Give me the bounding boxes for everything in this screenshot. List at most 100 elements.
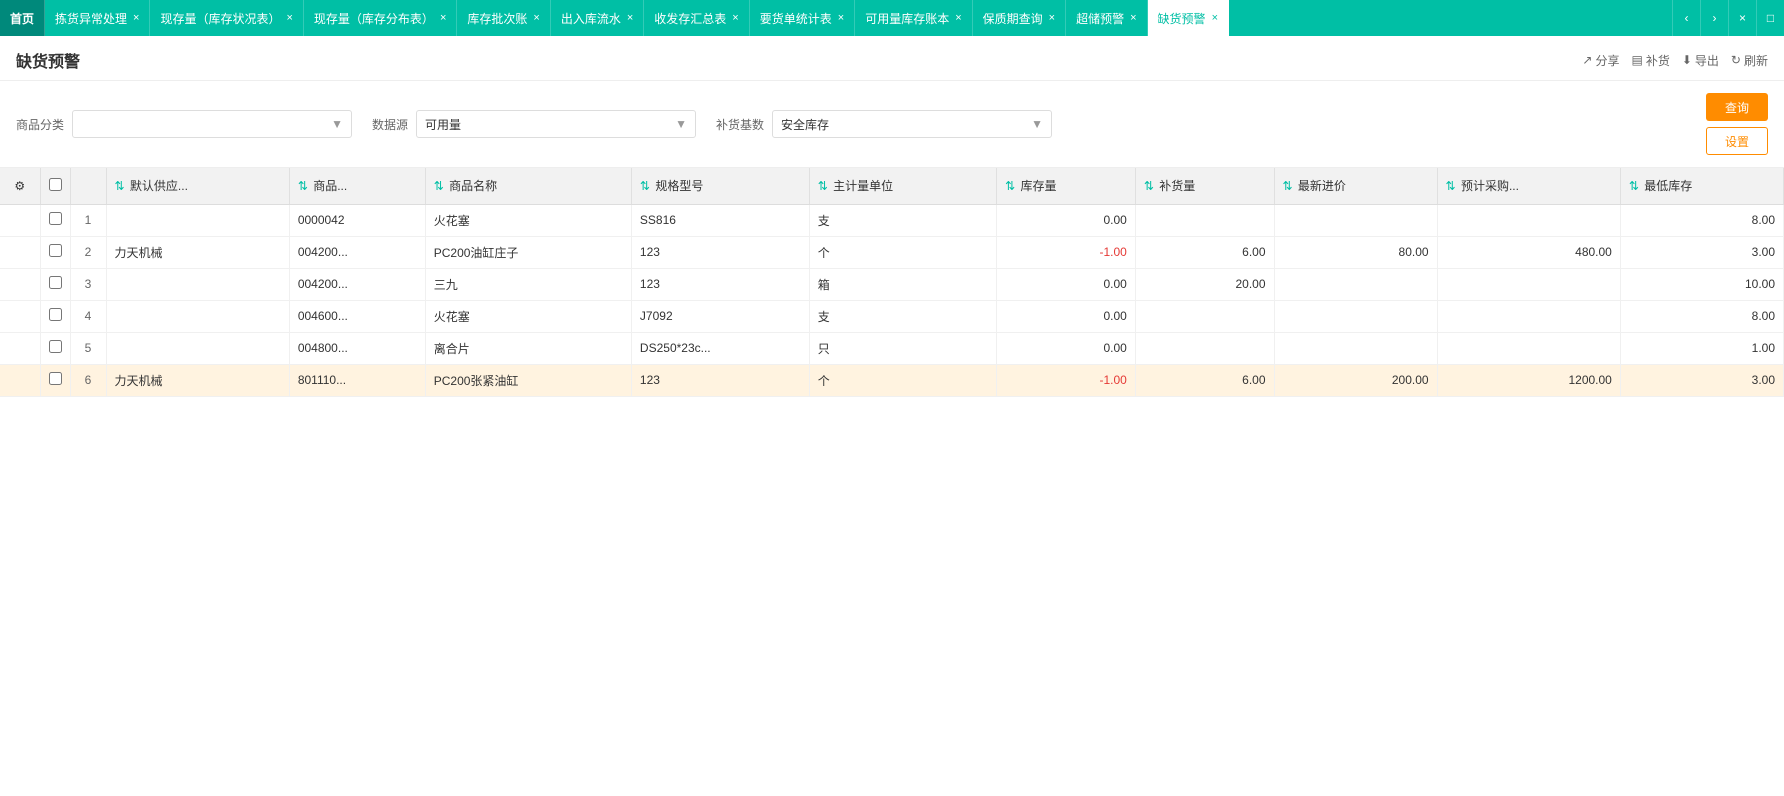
tab-abnormal-close[interactable]: × — [133, 12, 139, 24]
export-action[interactable]: ⬇ 导出 — [1682, 52, 1719, 69]
row-checkbox[interactable] — [49, 308, 62, 321]
row-unit-cell: 支 — [809, 300, 996, 332]
row-settings-cell — [0, 236, 40, 268]
table-header-row: ⚙ ⇅ 默认供应... ⇅ 商品... ⇅ — [0, 168, 1784, 204]
row-est-purchase-cell: 1200.00 — [1437, 364, 1620, 396]
checkbox-column-header[interactable] — [40, 168, 70, 204]
est-purchase-column-header[interactable]: ⇅ 预计采购... — [1437, 168, 1620, 204]
row-replenish-qty-cell — [1135, 204, 1274, 236]
row-checkbox-cell[interactable] — [40, 268, 70, 300]
row-min-stock-cell: 10.00 — [1620, 268, 1783, 300]
table-row: 4 004600... 火花塞 J7092 支 0.00 8.00 — [0, 300, 1784, 332]
row-checkbox-cell[interactable] — [40, 236, 70, 268]
row-checkbox-cell[interactable] — [40, 300, 70, 332]
latest-price-column-header[interactable]: ⇅ 最新进价 — [1274, 168, 1437, 204]
row-latest-price-cell — [1274, 300, 1437, 332]
supplier-column-header[interactable]: ⇅ 默认供应... — [106, 168, 289, 204]
row-product-code-cell: 004800... — [289, 332, 425, 364]
unit-column-header[interactable]: ⇅ 主计量单位 — [809, 168, 996, 204]
tab-shortage-close[interactable]: × — [1212, 12, 1218, 24]
nav-maximize[interactable]: □ — [1756, 0, 1784, 36]
stock-column-header[interactable]: ⇅ 库存量 — [997, 168, 1136, 204]
replenish-base-select[interactable]: 安全库存 ▼ — [772, 110, 1052, 138]
row-checkbox-cell[interactable] — [40, 364, 70, 396]
spec-sort-icon: ⇅ — [640, 179, 650, 193]
tab-home[interactable]: 首页 — [0, 0, 45, 36]
row-checkbox[interactable] — [49, 212, 62, 225]
row-checkbox-cell[interactable] — [40, 332, 70, 364]
tab-inout-close[interactable]: × — [627, 12, 633, 24]
row-checkbox[interactable] — [49, 340, 62, 353]
row-stock-cell: -1.00 — [997, 364, 1136, 396]
tab-receive-close[interactable]: × — [732, 12, 738, 24]
tab-expire[interactable]: 保质期查询 × — [973, 0, 1066, 36]
tab-order-stat-close[interactable]: × — [838, 12, 844, 24]
product-name-column-header[interactable]: ⇅ 商品名称 — [425, 168, 631, 204]
tab-inventory-dist-close[interactable]: × — [440, 12, 446, 24]
datasource-arrow-icon: ▼ — [675, 117, 687, 131]
tab-inventory-dist[interactable]: 现存量（库存分布表） × — [304, 0, 457, 36]
tab-overstock-close[interactable]: × — [1130, 12, 1136, 24]
row-product-name-cell: 火花塞 — [425, 300, 631, 332]
row-checkbox[interactable] — [49, 276, 62, 289]
product-code-column-header[interactable]: ⇅ 商品... — [289, 168, 425, 204]
product-code-sort-icon: ⇅ — [298, 179, 308, 193]
header-actions: ↗ 分享 ▤ 补货 ⬇ 导出 ↻ 刷新 — [1582, 52, 1768, 69]
category-select[interactable]: ▼ — [72, 110, 352, 138]
category-label: 商品分类 — [16, 116, 64, 133]
tab-home-label: 首页 — [10, 10, 34, 27]
row-checkbox[interactable] — [49, 372, 62, 385]
replenish-base-filter-group: 补货基数 安全库存 ▼ — [716, 110, 1052, 138]
tab-batch[interactable]: 库存批次账 × — [457, 0, 550, 36]
tab-inventory-status[interactable]: 现存量（库存状况表） × — [150, 0, 303, 36]
data-table-container: ⚙ ⇅ 默认供应... ⇅ 商品... ⇅ — [0, 168, 1784, 397]
min-stock-column-header[interactable]: ⇅ 最低库存 — [1620, 168, 1783, 204]
select-all-checkbox[interactable] — [49, 178, 62, 191]
row-supplier-cell — [106, 300, 289, 332]
tab-batch-close[interactable]: × — [533, 12, 539, 24]
tab-batch-label: 库存批次账 — [467, 10, 527, 27]
tab-inout[interactable]: 出入库流水 × — [551, 0, 644, 36]
row-checkbox-cell[interactable] — [40, 204, 70, 236]
row-product-code-cell: 801110... — [289, 364, 425, 396]
row-product-name-cell: 火花塞 — [425, 204, 631, 236]
settings-column-header[interactable]: ⚙ — [0, 168, 40, 204]
refresh-action[interactable]: ↻ 刷新 — [1731, 52, 1768, 69]
tab-abnormal[interactable]: 拣货异常处理 × — [45, 0, 150, 36]
tab-shortage[interactable]: 缺货预警 × — [1148, 0, 1229, 36]
row-settings-cell — [0, 364, 40, 396]
tab-receive[interactable]: 收发存汇总表 × — [644, 0, 749, 36]
spec-column-header[interactable]: ⇅ 规格型号 — [631, 168, 809, 204]
share-action[interactable]: ↗ 分享 — [1582, 52, 1619, 69]
row-spec-cell: 123 — [631, 268, 809, 300]
tab-overstock[interactable]: 超储预警 × — [1066, 0, 1147, 36]
row-min-stock-cell: 3.00 — [1620, 364, 1783, 396]
row-min-stock-cell: 8.00 — [1620, 204, 1783, 236]
row-spec-cell: J7092 — [631, 300, 809, 332]
nav-next-arrow[interactable]: › — [1700, 0, 1728, 36]
stock-sort-icon: ⇅ — [1005, 179, 1015, 193]
row-num-cell: 1 — [70, 204, 106, 236]
nav-prev-arrow[interactable]: ‹ — [1672, 0, 1700, 36]
category-filter-group: 商品分类 ▼ — [16, 110, 352, 138]
tab-inventory-status-close[interactable]: × — [286, 12, 292, 24]
tab-expire-close[interactable]: × — [1049, 12, 1055, 24]
query-button[interactable]: 查询 — [1706, 93, 1768, 121]
row-latest-price-cell — [1274, 204, 1437, 236]
replenish-action[interactable]: ▤ 补货 — [1631, 52, 1669, 69]
tab-order-stat[interactable]: 要货单统计表 × — [750, 0, 855, 36]
replenish-icon: ▤ — [1631, 53, 1642, 67]
tab-available-close[interactable]: × — [955, 12, 961, 24]
table-body: 1 0000042 火花塞 SS816 支 0.00 8.00 2 力天机械 0… — [0, 204, 1784, 396]
tab-available[interactable]: 可用量库存账本 × — [855, 0, 972, 36]
row-latest-price-cell: 200.00 — [1274, 364, 1437, 396]
row-checkbox[interactable] — [49, 244, 62, 257]
row-supplier-cell — [106, 204, 289, 236]
datasource-select[interactable]: 可用量 ▼ — [416, 110, 696, 138]
nav-close-all[interactable]: × — [1728, 0, 1756, 36]
tab-overstock-label: 超储预警 — [1076, 10, 1124, 27]
replenish-qty-column-header[interactable]: ⇅ 补货量 — [1135, 168, 1274, 204]
settings-button[interactable]: 设置 — [1706, 127, 1768, 155]
main-content: 缺货预警 ↗ 分享 ▤ 补货 ⬇ 导出 ↻ 刷新 商品分类 — [0, 36, 1784, 796]
row-spec-cell: SS816 — [631, 204, 809, 236]
